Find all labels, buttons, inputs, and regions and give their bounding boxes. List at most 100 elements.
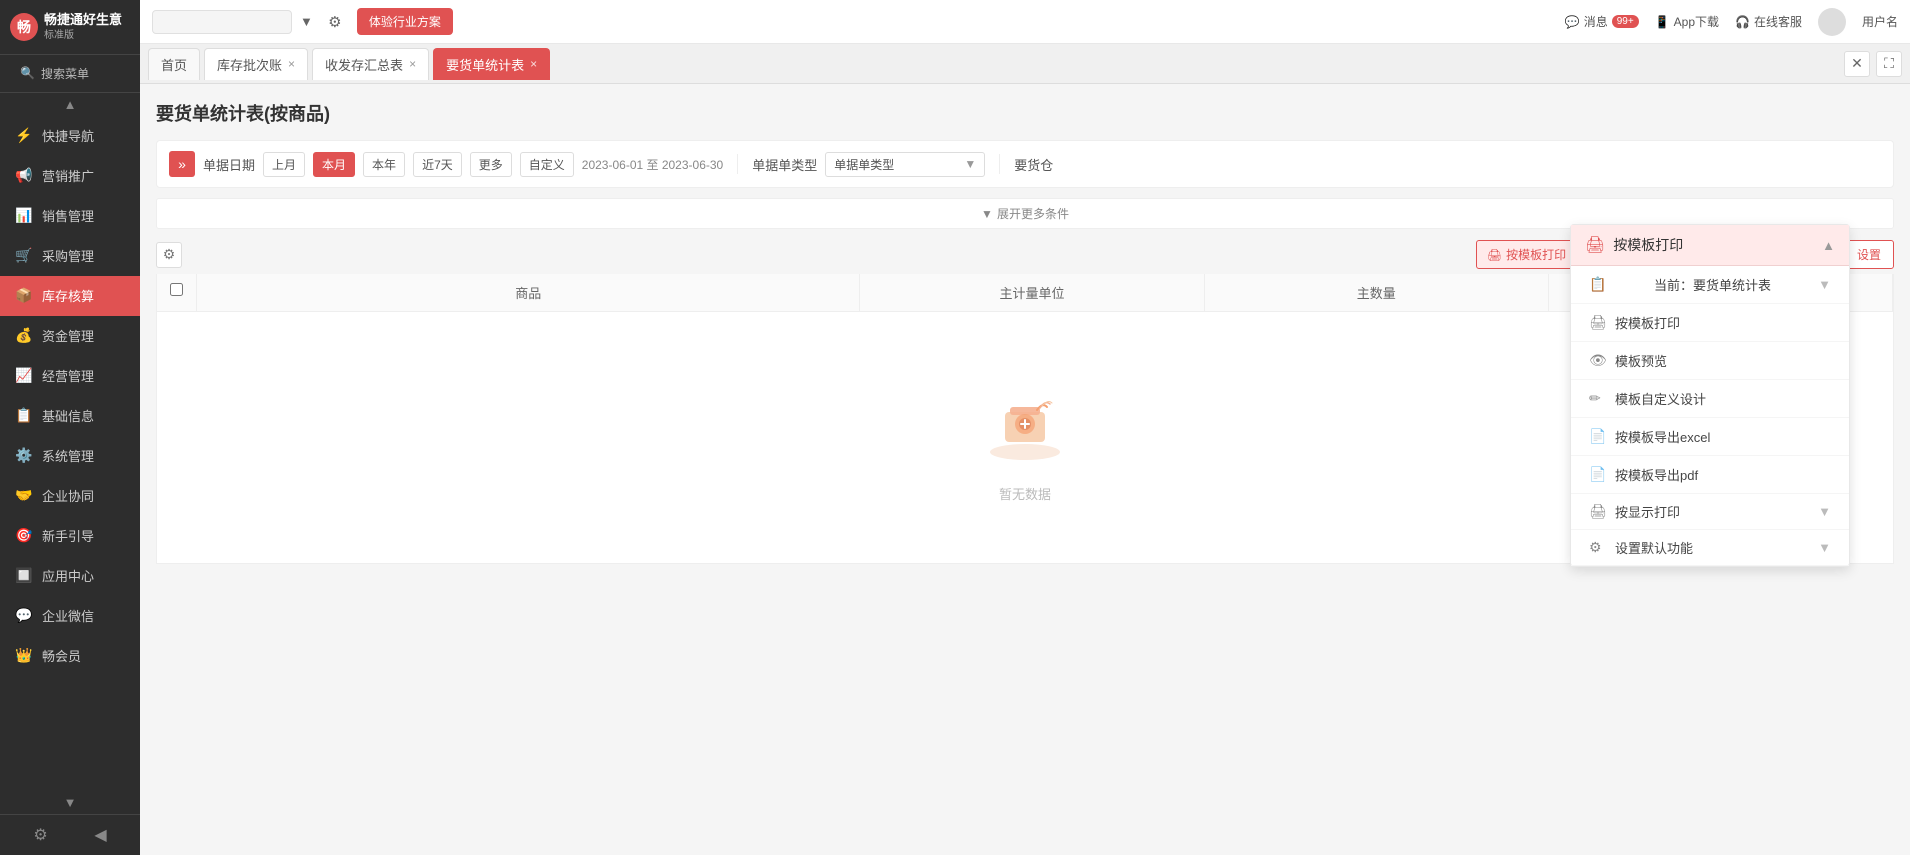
sidebar-item-operation[interactable]: 📈 经营管理 bbox=[0, 356, 140, 396]
scroll-down-btn[interactable]: ▼ bbox=[0, 791, 140, 814]
scroll-up-btn[interactable]: ▲ bbox=[0, 93, 140, 116]
col-check[interactable] bbox=[157, 274, 197, 311]
basic-icon: 📋 bbox=[14, 406, 34, 426]
print-dropdown-title: 按模板打印 bbox=[1613, 235, 1822, 255]
sidebar-item-sales[interactable]: 📊 销售管理 bbox=[0, 196, 140, 236]
empty-text: 暂无数据 bbox=[999, 484, 1051, 503]
tab-receivable-summary[interactable]: 收发存汇总表 × bbox=[312, 48, 429, 80]
sidebar-item-inventory[interactable]: 📦 库存核算 bbox=[0, 276, 140, 316]
template-export-excel-icon: 📄 bbox=[1589, 428, 1607, 445]
logo-icon: 畅 bbox=[10, 13, 38, 41]
topbar-right: 💬 消息 99+ 📱 App下载 🎧 在线客服 用户名 bbox=[1565, 8, 1898, 36]
system-icon: ⚙️ bbox=[14, 446, 34, 466]
settings-btn[interactable]: 设置 bbox=[1844, 240, 1894, 269]
select-all-checkbox[interactable] bbox=[170, 283, 183, 296]
page-content: 要货单统计表(按商品) » 单据日期 上月 本月 本年 近7天 更多 自定义 2… bbox=[140, 84, 1910, 855]
sidebar-item-purchase[interactable]: 🛒 采购管理 bbox=[0, 236, 140, 276]
current-template-icon: 📋 bbox=[1589, 276, 1607, 293]
template-print-icon: 🖨 bbox=[1589, 314, 1607, 331]
date-btn-last-month[interactable]: 上月 bbox=[263, 152, 305, 177]
date-btn-custom[interactable]: 自定义 bbox=[520, 152, 574, 177]
current-template-item[interactable]: 📋 当前：要货单统计表 ▼ bbox=[1571, 266, 1849, 304]
sidebar-bottom: ⚙ ◀ bbox=[0, 814, 140, 855]
tab-close-btn[interactable]: ✕ bbox=[1844, 51, 1870, 77]
tab-close-receivable-summary[interactable]: × bbox=[409, 57, 416, 71]
tab-close-order-stats[interactable]: × bbox=[530, 57, 537, 71]
template-export-pdf-icon: 📄 bbox=[1589, 466, 1607, 483]
filter-expand-btn[interactable]: » bbox=[169, 151, 195, 177]
template-export-excel-item[interactable]: 📄 按模板导出excel bbox=[1571, 418, 1849, 456]
search-icon: 🔍 bbox=[20, 66, 35, 80]
sidebar-search[interactable]: 🔍 搜索菜单 bbox=[0, 55, 140, 93]
page-title: 要货单统计表(按商品) bbox=[156, 100, 1894, 126]
username: 用户名 bbox=[1862, 13, 1898, 30]
sidebar-item-marketing[interactable]: 📢 营销推广 bbox=[0, 156, 140, 196]
type-select-arrow: ▼ bbox=[964, 157, 976, 171]
sidebar-item-appstore[interactable]: 🔲 应用中心 bbox=[0, 556, 140, 596]
tab-order-stats[interactable]: 要货单统计表 × bbox=[433, 48, 550, 80]
service-icon: 🎧 bbox=[1735, 15, 1750, 29]
type-label: 单据单类型 bbox=[752, 155, 817, 174]
col-quantity: 主数量 bbox=[1205, 274, 1549, 311]
tab-inventory-batch[interactable]: 库存批次账 × bbox=[204, 48, 308, 80]
table-settings-btn[interactable]: ⚙ bbox=[156, 242, 182, 268]
empty-illustration bbox=[975, 372, 1075, 472]
sidebar-item-system[interactable]: ⚙️ 系统管理 bbox=[0, 436, 140, 476]
finance-icon: 💰 bbox=[14, 326, 34, 346]
main-area: ▼ ⚙ 体验行业方案 💬 消息 99+ 📱 App下载 🎧 在线客服 用户名 首… bbox=[140, 0, 1910, 855]
sales-icon: 📊 bbox=[14, 206, 34, 226]
print-dropdown-icon: 🖨 bbox=[1585, 235, 1605, 255]
sidebar-item-wechat[interactable]: 💬 企业微信 bbox=[0, 596, 140, 636]
sidebar-item-guide[interactable]: 🎯 新手引导 bbox=[0, 516, 140, 556]
print-icon: 🖨 bbox=[1487, 248, 1502, 262]
sidebar-item-finance[interactable]: 💰 资金管理 bbox=[0, 316, 140, 356]
collab-icon: 🤝 bbox=[14, 486, 34, 506]
date-label: 单据日期 bbox=[203, 155, 255, 174]
date-btn-more[interactable]: 更多 bbox=[470, 152, 512, 177]
tab-maximize-btn[interactable]: ⛶ bbox=[1876, 51, 1902, 77]
template-print-item[interactable]: 🖨 按模板打印 bbox=[1571, 304, 1849, 342]
filter-separator2 bbox=[999, 154, 1000, 174]
online-service-btn[interactable]: 🎧 在线客服 bbox=[1735, 13, 1802, 30]
print-dropdown-header[interactable]: 🖨 按模板打印 ▲ bbox=[1571, 225, 1849, 266]
topbar-dropdown[interactable]: ▼ bbox=[300, 14, 313, 29]
date-range: 2023-06-01 至 2023-06-30 bbox=[582, 156, 723, 173]
col-unit: 主计量单位 bbox=[860, 274, 1204, 311]
template-custom-item[interactable]: ✏ 模板自定义设计 bbox=[1571, 380, 1849, 418]
messages-btn[interactable]: 💬 消息 99+ bbox=[1565, 13, 1639, 30]
display-print-icon: 🖨 bbox=[1589, 503, 1607, 520]
marketing-icon: 📢 bbox=[14, 166, 34, 186]
quick-nav-icon: ⚡ bbox=[14, 126, 34, 146]
date-btn-this-month[interactable]: 本月 bbox=[313, 152, 355, 177]
print-dropdown: 🖨 按模板打印 ▲ 📋 当前：要货单统计表 ▼ 🖨 按模板打印 👁 模板预览 ✏… bbox=[1570, 224, 1850, 567]
col-product: 商品 bbox=[197, 274, 860, 311]
messages-badge: 99+ bbox=[1612, 15, 1639, 28]
goods-label: 要货仓 bbox=[1014, 155, 1053, 174]
sidebar-item-vip[interactable]: 👑 畅会员 bbox=[0, 636, 140, 676]
type-select[interactable]: 单据单类型 ▼ bbox=[825, 152, 985, 177]
filter-separator1 bbox=[737, 154, 738, 174]
topbar-search-input[interactable] bbox=[152, 10, 292, 34]
template-export-pdf-item[interactable]: 📄 按模板导出pdf bbox=[1571, 456, 1849, 494]
collapse-icon-bottom[interactable]: ◀ bbox=[94, 825, 106, 845]
tabbar-controls: ✕ ⛶ bbox=[1844, 51, 1902, 77]
template-custom-icon: ✏ bbox=[1589, 390, 1607, 407]
tab-close-inventory-batch[interactable]: × bbox=[288, 57, 295, 71]
date-btn-this-year[interactable]: 本年 bbox=[363, 152, 405, 177]
template-preview-item[interactable]: 👁 模板预览 bbox=[1571, 342, 1849, 380]
tab-home[interactable]: 首页 bbox=[148, 48, 200, 80]
industry-btn[interactable]: 体验行业方案 bbox=[357, 8, 453, 35]
topbar-gear-btn[interactable]: ⚙ bbox=[321, 8, 349, 36]
avatar[interactable] bbox=[1818, 8, 1846, 36]
set-default-section[interactable]: ⚙ 设置默认功能 ▼ bbox=[1571, 530, 1849, 566]
sidebar-item-quick-nav[interactable]: ⚡ 快捷导航 bbox=[0, 116, 140, 156]
sidebar: 畅 畅捷通好生意 标准版 🔍 搜索菜单 ▲ ⚡ 快捷导航 📢 营销推广 📊 销售… bbox=[0, 0, 140, 855]
settings-icon-bottom[interactable]: ⚙ bbox=[33, 825, 47, 845]
display-print-section[interactable]: 🖨 按显示打印 ▼ bbox=[1571, 494, 1849, 530]
sidebar-item-basic[interactable]: 📋 基础信息 bbox=[0, 396, 140, 436]
logo-area: 畅 畅捷通好生意 标准版 bbox=[0, 0, 140, 55]
app-download-btn[interactable]: 📱 App下载 bbox=[1655, 13, 1719, 30]
set-default-arrow: ▼ bbox=[1818, 540, 1831, 555]
sidebar-item-collab[interactable]: 🤝 企业协同 bbox=[0, 476, 140, 516]
date-btn-7days[interactable]: 近7天 bbox=[413, 152, 462, 177]
